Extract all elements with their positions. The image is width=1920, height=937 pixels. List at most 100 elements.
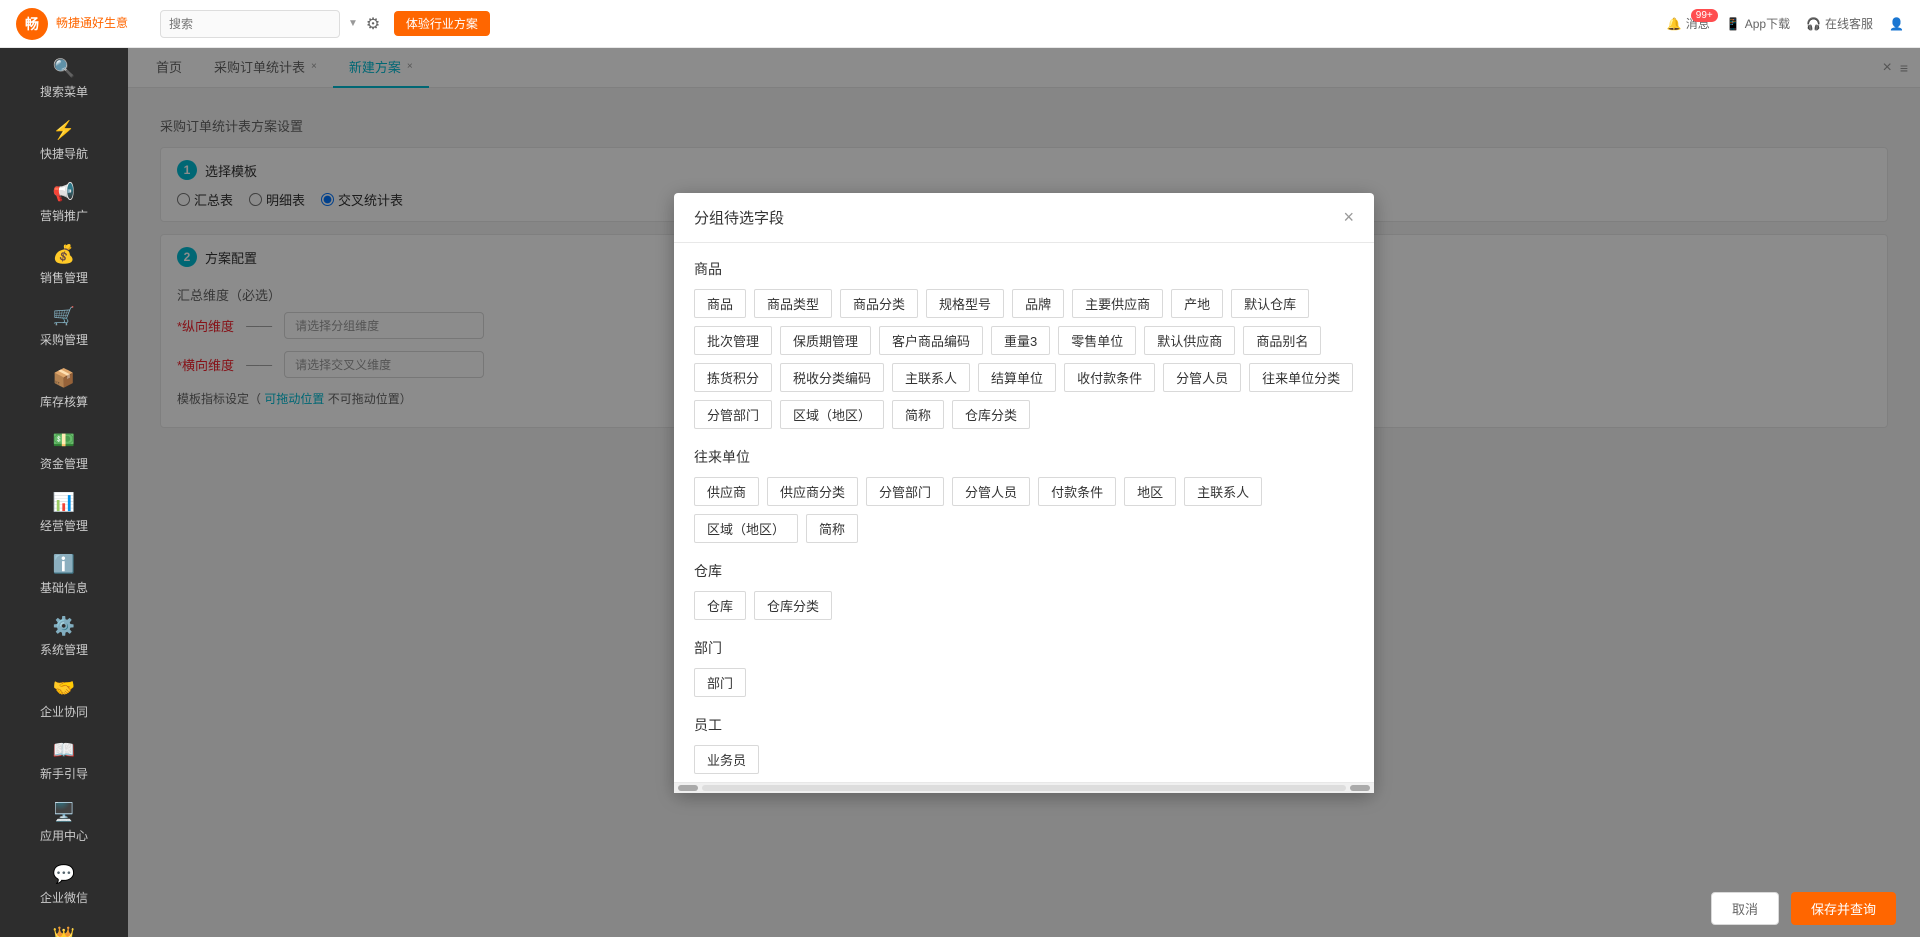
settings-icon[interactable]: ⚙	[366, 14, 386, 34]
search-input[interactable]	[160, 10, 340, 38]
section-employee-title: 员工	[694, 715, 1354, 735]
field-tag[interactable]: 仓库分类	[754, 591, 832, 620]
modal-header: 分组待选字段 ×	[674, 193, 1374, 243]
sidebar-item-inventory[interactable]: 📦 库存核算	[0, 358, 128, 420]
sidebar-item-finance[interactable]: 💵 资金管理	[0, 420, 128, 482]
field-tag[interactable]: 商品	[694, 289, 746, 318]
modal-close-button[interactable]: ×	[1343, 207, 1354, 228]
field-tag[interactable]: 税收分类编码	[780, 363, 884, 392]
sidebar-label-search: 搜索菜单	[40, 83, 88, 100]
sidebar-item-guide[interactable]: 📖 新手引导	[0, 730, 128, 792]
modal-horizontal-scrollbar-area	[674, 782, 1374, 792]
modal-footer: 取消 保存并查询	[1687, 880, 1920, 937]
sidebar-item-purchase[interactable]: 🛒 采购管理	[0, 296, 128, 358]
fields-grid-warehouse: 仓库仓库分类	[694, 591, 1354, 620]
field-tag[interactable]: 简称	[892, 400, 944, 429]
sidebar-item-management[interactable]: 📊 经营管理	[0, 482, 128, 544]
section-partner: 往来单位 供应商供应商分类分管部门分管人员付款条件地区主联系人区域（地区）简称	[694, 447, 1354, 543]
field-tag[interactable]: 重量3	[991, 326, 1050, 355]
field-tag[interactable]: 商品类型	[754, 289, 832, 318]
field-tag[interactable]: 地区	[1124, 477, 1176, 506]
finance-icon: 💵	[53, 430, 75, 451]
field-tag[interactable]: 仓库	[694, 591, 746, 620]
sidebar-item-system[interactable]: ⚙️ 系统管理	[0, 606, 128, 668]
field-tag[interactable]: 默认供应商	[1144, 326, 1235, 355]
field-tag[interactable]: 产地	[1171, 289, 1223, 318]
field-tag[interactable]: 区域（地区）	[694, 514, 798, 543]
field-tag[interactable]: 保质期管理	[780, 326, 871, 355]
field-tag[interactable]: 品牌	[1012, 289, 1064, 318]
field-tag[interactable]: 零售单位	[1058, 326, 1136, 355]
section-warehouse-title: 仓库	[694, 561, 1354, 581]
modal-overlay: 分组待选字段 × 商品 商品商品类型商品分类规格型号品牌主要供应商产地默认仓库批…	[128, 48, 1920, 937]
field-tag[interactable]: 主联系人	[892, 363, 970, 392]
cancel-button[interactable]: 取消	[1711, 892, 1779, 925]
sidebar: 🔍 搜索菜单 ⚡ 快捷导航 📢 营销推广 💰 销售管理 🛒 采购管理 📦 库存核…	[0, 48, 128, 937]
field-tag[interactable]: 分管人员	[952, 477, 1030, 506]
sidebar-label-purchase: 采购管理	[40, 331, 88, 348]
app-download-btn[interactable]: 📱 App下载	[1726, 15, 1790, 32]
section-warehouse: 仓库 仓库仓库分类	[694, 561, 1354, 620]
sidebar-item-apps[interactable]: 🖥️ 应用中心	[0, 792, 128, 854]
field-tag[interactable]: 商品别名	[1243, 326, 1321, 355]
fields-grid-partner: 供应商供应商分类分管部门分管人员付款条件地区主联系人区域（地区） 简称	[694, 477, 1354, 543]
field-tag[interactable]: 分管人员	[1163, 363, 1241, 392]
sidebar-item-wechat[interactable]: 💬 企业微信	[0, 854, 128, 916]
field-tag[interactable]: 商品分类	[840, 289, 918, 318]
save-button[interactable]: 保存并查询	[1791, 892, 1896, 925]
sidebar-item-quicknav[interactable]: ⚡ 快捷导航	[0, 110, 128, 172]
field-tag[interactable]: 分管部门	[866, 477, 944, 506]
sidebar-item-basic[interactable]: ℹ️ 基础信息	[0, 544, 128, 606]
field-tag[interactable]: 主联系人	[1184, 477, 1262, 506]
sidebar-item-marketing[interactable]: 📢 营销推广	[0, 172, 128, 234]
field-tag[interactable]: 分管部门	[694, 400, 772, 429]
search-arrow-icon: ▼	[348, 18, 358, 29]
app-logo-text: 畅捷通好生意	[56, 16, 128, 30]
field-tag[interactable]: 收付款条件	[1064, 363, 1155, 392]
field-tag[interactable]: 主要供应商	[1072, 289, 1163, 318]
wechat-icon: 💬	[53, 864, 75, 885]
user-avatar[interactable]: 👤	[1889, 17, 1904, 31]
field-tag[interactable]: 默认仓库	[1231, 289, 1309, 318]
sidebar-item-member[interactable]: 👑 畅会员	[0, 916, 128, 937]
trial-button[interactable]: 体验行业方案	[394, 11, 490, 36]
sidebar-label-finance: 资金管理	[40, 455, 88, 472]
field-tag[interactable]: 拣货积分	[694, 363, 772, 392]
online-service-btn[interactable]: 🎧 在线客服	[1806, 15, 1873, 32]
field-tag[interactable]: 供应商分类	[767, 477, 858, 506]
field-tag[interactable]: 仓库分类	[952, 400, 1030, 429]
field-tag[interactable]: 客户商品编码	[879, 326, 983, 355]
basic-icon: ℹ️	[53, 554, 75, 575]
sidebar-label-management: 经营管理	[40, 517, 88, 534]
notification-btn[interactable]: 🔔 99+ 消息	[1667, 15, 1710, 32]
sales-icon: 💰	[53, 244, 75, 265]
sidebar-label-quicknav: 快捷导航	[40, 145, 88, 162]
field-tag[interactable]: 简称	[806, 514, 858, 543]
fields-grid-employee: 业务员	[694, 745, 1354, 774]
sidebar-item-sales[interactable]: 💰 销售管理	[0, 234, 128, 296]
horizontal-scrollbar[interactable]	[702, 785, 1346, 791]
sidebar-item-collab[interactable]: 🤝 企业协同	[0, 668, 128, 730]
field-tag[interactable]: 往来单位分类	[1249, 363, 1353, 392]
sidebar-item-search[interactable]: 🔍 搜索菜单	[0, 48, 128, 110]
field-tag[interactable]: 区域（地区）	[780, 400, 884, 429]
field-tag[interactable]: 规格型号	[926, 289, 1004, 318]
notification-badge: 99+	[1691, 9, 1718, 22]
field-tag[interactable]: 部门	[694, 668, 746, 697]
sidebar-label-system: 系统管理	[40, 641, 88, 658]
inventory-icon: 📦	[53, 368, 75, 389]
field-tag[interactable]: 结算单位	[978, 363, 1056, 392]
member-icon: 👑	[53, 926, 75, 937]
top-right: 🔔 99+ 消息 📱 App下载 🎧 在线客服 👤	[1667, 15, 1904, 32]
sidebar-label-apps: 应用中心	[40, 827, 88, 844]
field-tag[interactable]: 批次管理	[694, 326, 772, 355]
field-tag[interactable]: 业务员	[694, 745, 759, 774]
section-department: 部门 部门	[694, 638, 1354, 697]
search-menu-icon: 🔍	[53, 58, 75, 79]
field-tag[interactable]: 付款条件	[1038, 477, 1116, 506]
sidebar-label-marketing: 营销推广	[40, 207, 88, 224]
field-tag[interactable]: 供应商	[694, 477, 759, 506]
modal-title: 分组待选字段	[694, 207, 784, 228]
field-select-modal: 分组待选字段 × 商品 商品商品类型商品分类规格型号品牌主要供应商产地默认仓库批…	[674, 193, 1374, 793]
sidebar-label-basic: 基础信息	[40, 579, 88, 596]
